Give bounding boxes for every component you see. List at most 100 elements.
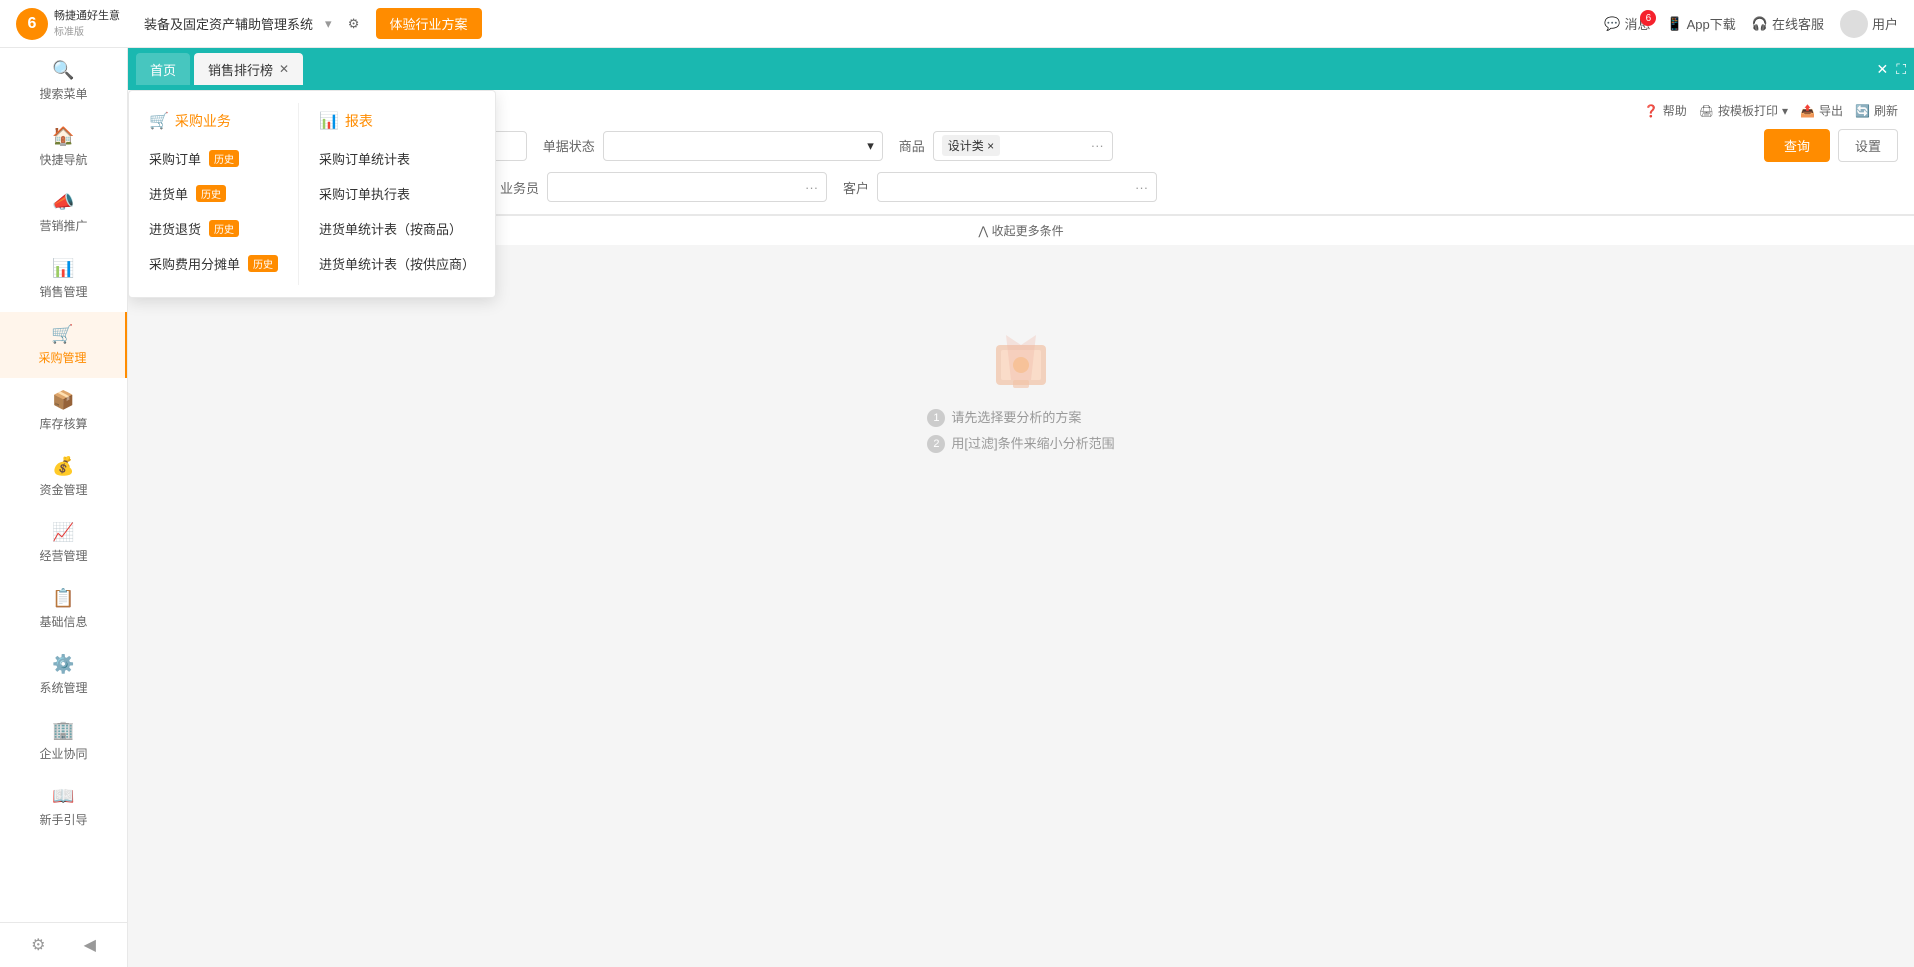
history-badge-1: 历史 — [209, 150, 239, 167]
export-btn[interactable]: 📤 导出 — [1800, 102, 1843, 119]
sidebar-item-guide[interactable]: 📖 新手引导 — [0, 774, 127, 840]
goods-more-btn[interactable]: ··· — [1091, 138, 1104, 153]
customer-more-btn[interactable]: ··· — [1135, 180, 1148, 195]
sidebar-item-system[interactable]: ⚙️ 系统管理 — [0, 642, 127, 708]
sidebar-item-marketing[interactable]: 📣 营销推广 — [0, 180, 127, 246]
app-download-action[interactable]: 📱 App下载 — [1666, 14, 1735, 33]
settings-icon-btn[interactable]: ⚙ — [340, 10, 368, 38]
print-icon: 🖨 — [1699, 104, 1714, 118]
dropdown-item-expense[interactable]: 采购费用分摊单 历史 — [129, 246, 298, 281]
history-badge-3: 历史 — [209, 220, 239, 237]
dropdown-item-incoming-stat-goods[interactable]: 进货单统计表（按商品） — [299, 211, 495, 246]
user-avatar — [1840, 10, 1868, 38]
online-service-action[interactable]: 🎧 在线客服 — [1752, 14, 1824, 33]
sidebar-item-purchase[interactable]: 🛒 采购管理 — [0, 312, 127, 378]
dropdown-item-purchase-order-exec[interactable]: 采购订单执行表 — [299, 176, 495, 211]
msg-action[interactable]: 💬 消息 6 — [1604, 14, 1650, 33]
msg-badge-count: 6 — [1640, 10, 1656, 26]
finance-icon: 💰 — [52, 456, 74, 477]
tab-close-icon[interactable]: ✕ — [279, 62, 289, 76]
online-label: 在线客服 — [1772, 14, 1824, 33]
goods-group: 商品 设计类 × ··· — [899, 131, 1113, 161]
query-btn[interactable]: 查询 — [1764, 129, 1830, 162]
logo-edition: 标准版 — [54, 23, 120, 38]
page-content: ❓ 帮助 🖨 按模板打印 ▾ 📤 导出 🔄 — [128, 90, 1914, 967]
tab-fullscreen-btn[interactable]: ⛶ — [1896, 61, 1906, 78]
logo-area: 6 畅捷通好生意 标准版 — [16, 8, 120, 40]
sidebar-item-finance[interactable]: 💰 资金管理 — [0, 444, 127, 510]
tab-sales-rank[interactable]: 销售排行榜 ✕ — [194, 53, 303, 85]
sidebar-label-enterprise: 企业协同 — [39, 745, 87, 762]
msg-icon: 💬 — [1604, 16, 1620, 32]
history-badge-2: 历史 — [196, 185, 226, 202]
sidebar-label-guide: 新手引导 — [39, 811, 87, 828]
sidebar-settings-btn[interactable]: ⚙ — [31, 935, 45, 955]
dropdown-item-incoming[interactable]: 进货单 历史 — [129, 176, 298, 211]
dropdown-item-purchase-order-stat[interactable]: 采购订单统计表 — [299, 141, 495, 176]
guide-icon: 📖 — [52, 786, 74, 807]
tab-home[interactable]: 首页 — [136, 53, 190, 85]
sidebar-label-quick-nav: 快捷导航 — [39, 151, 87, 168]
sidebar-item-inventory[interactable]: 📦 库存核算 — [0, 378, 127, 444]
doc-status-input[interactable]: ▾ — [603, 131, 883, 161]
sidebar-item-quick-nav[interactable]: 🏠 快捷导航 — [0, 114, 127, 180]
help-icon: ❓ — [1644, 104, 1659, 118]
customer-group: 客户 ··· — [843, 172, 1157, 202]
sidebar-item-operation[interactable]: 📈 经营管理 — [0, 510, 127, 576]
goods-input[interactable]: 设计类 × ··· — [933, 131, 1113, 161]
print-template-btn[interactable]: 🖨 按模板打印 ▾ — [1699, 102, 1788, 119]
tab-close-all-btn[interactable]: ✕ — [1876, 61, 1888, 78]
dropdown-menu: 🛒 采购业务 采购订单 历史 进货单 历史 进货退货 — [128, 90, 496, 298]
report-col: 📊 报表 采购订单统计表 采购订单执行表 进货单统计表（按商品） — [299, 91, 495, 297]
search-icon: 🔍 — [52, 60, 74, 81]
dropdown-item-incoming-stat-supplier[interactable]: 进货单统计表（按供应商） — [299, 246, 495, 281]
goods-tag-text: 设计类 × — [948, 137, 994, 154]
export-icon: 📤 — [1800, 104, 1815, 118]
report-col-title: 📊 报表 — [299, 107, 495, 141]
app-container: 6 畅捷通好生意 标准版 装备及固定资产辅助管理系统 ▾ ⚙ 体验行业方案 💬 … — [0, 0, 1914, 967]
enterprise-icon: 🏢 — [52, 720, 74, 741]
sidebar-label-inventory: 库存核算 — [39, 415, 87, 432]
operation-icon: 📈 — [52, 522, 74, 543]
dropdown-item-return[interactable]: 进货退货 历史 — [129, 211, 298, 246]
purchase-col: 🛒 采购业务 采购订单 历史 进货单 历史 进货退货 — [129, 91, 298, 297]
salesperson-more-btn[interactable]: ··· — [805, 180, 818, 195]
purchase-icon: 🛒 — [51, 324, 73, 345]
sidebar-item-sales[interactable]: 📊 销售管理 — [0, 246, 127, 312]
print-label: 按模板打印 — [1718, 102, 1778, 119]
mobile-icon: 📱 — [1666, 16, 1682, 32]
tip-text-1: 请先选择要分析的方案 — [951, 405, 1081, 431]
sidebar-label-finance: 资金管理 — [39, 481, 87, 498]
sidebar-item-base-info[interactable]: 📋 基础信息 — [0, 576, 127, 642]
dropdown-item-purchase-order[interactable]: 采购订单 历史 — [129, 141, 298, 176]
sidebar-label-system: 系统管理 — [39, 679, 87, 696]
filter-settings-btn[interactable]: 设置 — [1838, 129, 1898, 162]
goods-tag: 设计类 × — [942, 135, 1000, 156]
sidebar-label-operation: 经营管理 — [39, 547, 87, 564]
tab-sales-rank-label: 销售排行榜 — [208, 60, 273, 79]
doc-status-arrow: ▾ — [867, 138, 874, 154]
sidebar-collapse-btn[interactable]: ◀ — [84, 935, 96, 955]
tab-expand-area: ✕ ⛶ — [1876, 61, 1906, 78]
title-dropdown-arrow[interactable]: ▾ — [325, 16, 332, 32]
help-btn[interactable]: ❓ 帮助 — [1644, 102, 1687, 119]
user-action[interactable]: 用户 — [1840, 10, 1898, 38]
sidebar-label-base-info: 基础信息 — [39, 613, 87, 630]
refresh-icon: 🔄 — [1855, 104, 1870, 118]
sidebar-item-enterprise[interactable]: 🏢 企业协同 — [0, 708, 127, 774]
export-label: 导出 — [1819, 102, 1843, 119]
customer-label: 客户 — [843, 178, 869, 197]
salesperson-input[interactable]: ··· — [547, 172, 827, 202]
history-badge-4: 历史 — [248, 255, 278, 272]
empty-tip-1: 1 请先选择要分析的方案 — [927, 405, 1114, 431]
main-layout: 🔍 搜索菜单 🏠 快捷导航 📣 营销推广 📊 销售管理 🛒 采购管理 📦 — [0, 48, 1914, 967]
app-label: App下载 — [1687, 14, 1736, 33]
report-col-title-text: 报表 — [345, 111, 373, 131]
industry-btn[interactable]: 体验行业方案 — [376, 8, 482, 39]
sidebar-item-search[interactable]: 🔍 搜索菜单 — [0, 48, 127, 114]
customer-input[interactable]: ··· — [877, 172, 1157, 202]
empty-tip-2: 2 用[过滤]条件来缩小分析范围 — [927, 431, 1114, 457]
logo-line1: 畅捷通好生意 — [54, 9, 120, 23]
refresh-btn[interactable]: 🔄 刷新 — [1855, 102, 1898, 119]
system-icon: ⚙️ — [52, 654, 74, 675]
